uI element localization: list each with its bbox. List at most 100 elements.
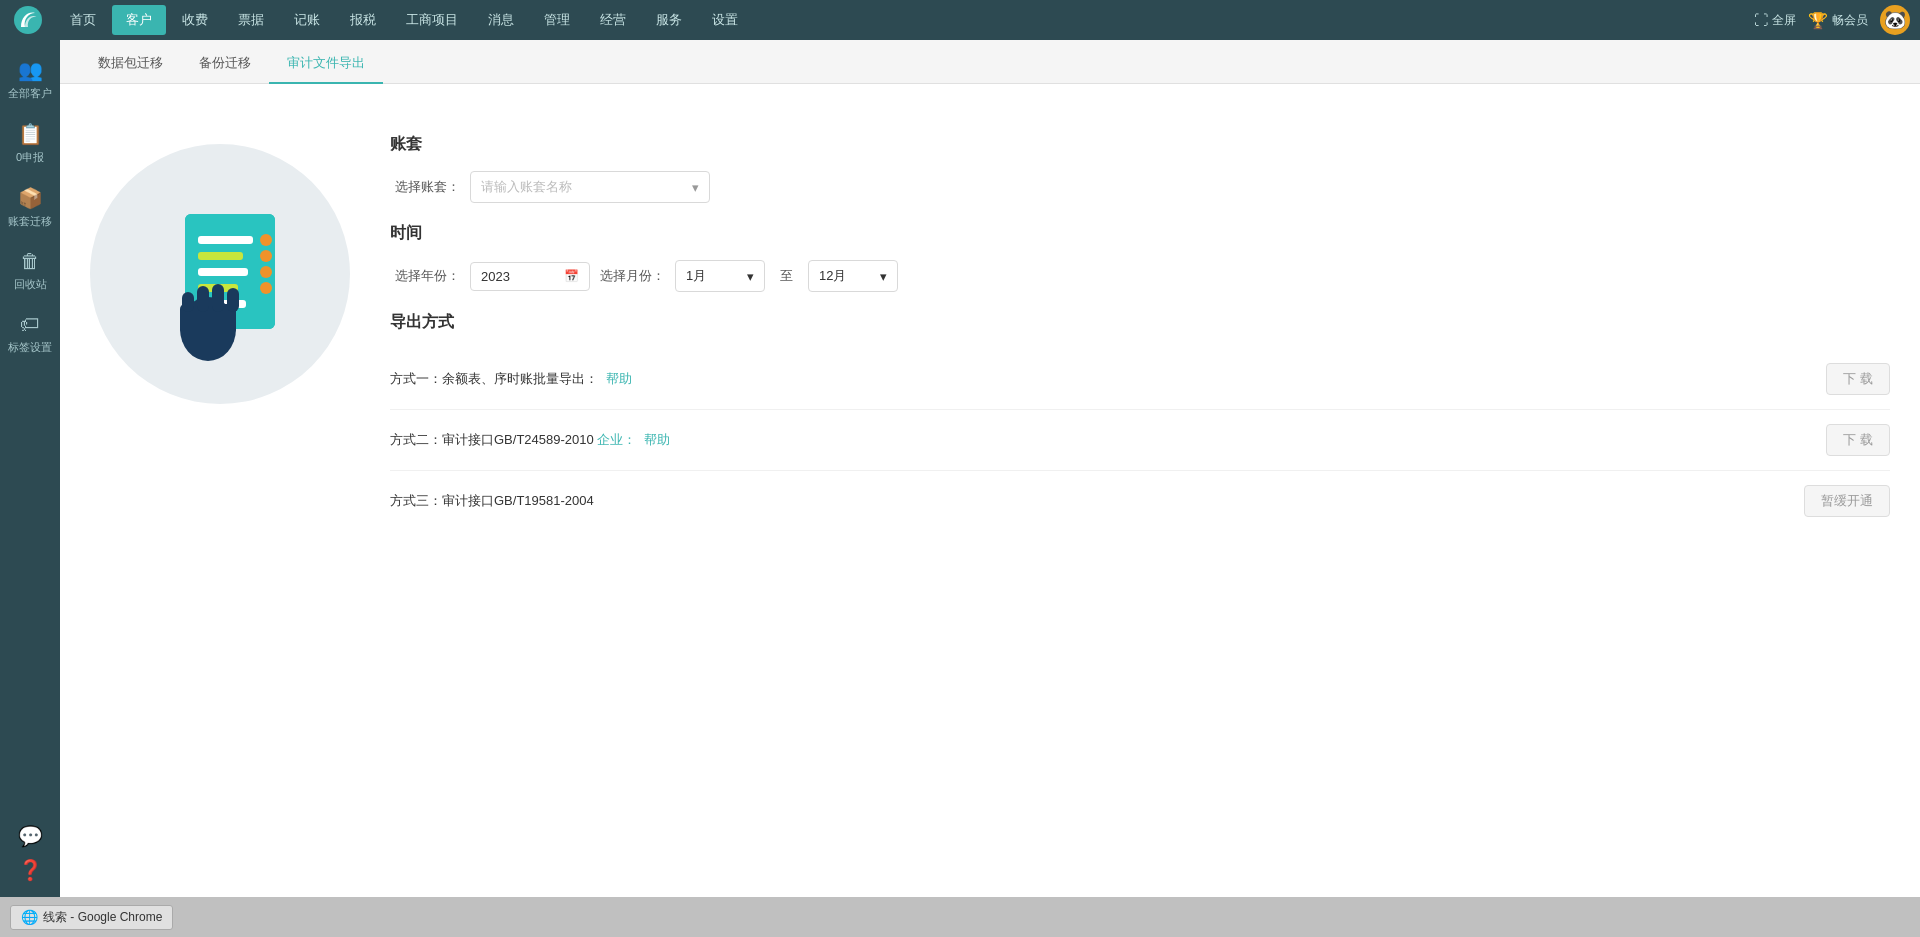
page-content: 账套 选择账套： 请输入账套名称 ▾ 时间 选择年份： 2023 📅	[60, 84, 1920, 897]
zero-declaration-icon: 📋	[18, 122, 43, 146]
sidebar-item-recycle[interactable]: 🗑 回收站	[3, 242, 57, 300]
svg-rect-17	[227, 288, 239, 312]
sidebar-item-label: 全部客户	[8, 86, 52, 101]
chevron-down-icon: ▾	[692, 180, 699, 195]
svg-rect-15	[197, 286, 209, 312]
svg-rect-4	[198, 252, 243, 260]
top-navigation: 首页 客户 收费 票据 记账 报税 工商项目 消息 管理 经营 服务 设置 ⛶ …	[0, 0, 1920, 40]
nav-invoice[interactable]: 票据	[224, 5, 278, 35]
illustration-svg	[120, 174, 320, 374]
nav-message[interactable]: 消息	[474, 5, 528, 35]
tab-data-migration[interactable]: 数据包迁移	[80, 44, 181, 84]
app-logo	[10, 2, 46, 38]
fullscreen-icon: ⛶	[1754, 12, 1768, 28]
account-label: 选择账套：	[390, 178, 460, 196]
export-method-2-text: 方式二：审计接口GB/T24589-2010	[390, 432, 594, 447]
chevron-down-icon: ▾	[747, 269, 754, 284]
month-label: 选择月份：	[600, 267, 665, 285]
svg-point-9	[260, 250, 272, 262]
svg-rect-5	[198, 268, 248, 276]
taskbar: 🌐 线索 - Google Chrome	[0, 897, 1920, 937]
content-area: 数据包迁移 备份迁移 审计文件导出	[60, 40, 1920, 897]
nav-service[interactable]: 服务	[642, 5, 696, 35]
tab-backup-migration[interactable]: 备份迁移	[181, 44, 269, 84]
export-method-1-help[interactable]: 帮助	[606, 371, 632, 386]
main-layout: 👥 全部客户 📋 0申报 📦 账套迁移 🗑 回收站 🏷 标签设置 💬 ❓ 数据包…	[0, 40, 1920, 897]
fullscreen-button[interactable]: ⛶ 全屏	[1754, 12, 1796, 29]
nav-tax[interactable]: 报税	[336, 5, 390, 35]
recycle-icon: 🗑	[20, 250, 40, 273]
export-method-3-row: 方式三：审计接口GB/T19581-2004 暂缓开通	[390, 471, 1890, 531]
avatar[interactable]: 🐼	[1880, 5, 1910, 35]
sidebar-item-account-migration[interactable]: 📦 账套迁移	[3, 178, 57, 237]
month-start-value: 1月	[686, 267, 706, 285]
month-end-select[interactable]: 12月 ▾	[808, 260, 898, 292]
sidebar-item-label: 账套迁移	[8, 214, 52, 229]
nav-menu: 首页 客户 收费 票据 记账 报税 工商项目 消息 管理 经营 服务 设置	[56, 5, 1754, 35]
vip-label: 畅会员	[1832, 12, 1868, 29]
form-side: 账套 选择账套： 请输入账套名称 ▾ 时间 选择年份： 2023 📅	[390, 114, 1890, 867]
export-section: 方式一：余额表、序时账批量导出： 帮助 下 载 方式二：审计接口GB/T2458…	[390, 349, 1890, 531]
export-method-3-text: 方式三：审计接口GB/T19581-2004	[390, 493, 594, 508]
vip-button[interactable]: 🏆 畅会员	[1808, 11, 1868, 30]
export-method-2-help[interactable]: 帮助	[644, 432, 670, 447]
left-sidebar: 👥 全部客户 📋 0申报 📦 账套迁移 🗑 回收站 🏷 标签设置 💬 ❓	[0, 40, 60, 897]
sidebar-item-label: 标签设置	[8, 340, 52, 355]
svg-point-8	[260, 234, 272, 246]
svg-point-11	[260, 282, 272, 294]
svg-point-10	[260, 266, 272, 278]
message-icon[interactable]: 💬	[18, 824, 43, 848]
year-input[interactable]: 2023 📅	[470, 262, 590, 291]
export-method-1-desc: 方式一：余额表、序时账批量导出： 帮助	[390, 370, 632, 388]
taskbar-item-label: 线索 - Google Chrome	[43, 909, 162, 926]
nav-accounting[interactable]: 记账	[280, 5, 334, 35]
nav-operation[interactable]: 经营	[586, 5, 640, 35]
taskbar-chrome-item[interactable]: 🌐 线索 - Google Chrome	[10, 905, 173, 930]
nav-business[interactable]: 工商项目	[392, 5, 472, 35]
sidebar-item-label: 回收站	[14, 277, 47, 292]
nav-settings[interactable]: 设置	[698, 5, 752, 35]
nav-customer[interactable]: 客户	[112, 5, 166, 35]
export-method-2-download-button[interactable]: 下 载	[1826, 424, 1890, 456]
year-label: 选择年份：	[390, 267, 460, 285]
nav-manage[interactable]: 管理	[530, 5, 584, 35]
export-method-2-desc: 方式二：审计接口GB/T24589-2010 企业： 帮助	[390, 431, 670, 449]
illustration-circle	[90, 144, 350, 404]
tag-icon: 🏷	[20, 313, 40, 336]
nav-home[interactable]: 首页	[56, 5, 110, 35]
fullscreen-label: 全屏	[1772, 12, 1796, 29]
sidebar-item-tags[interactable]: 🏷 标签设置	[3, 305, 57, 363]
month-end-value: 12月	[819, 267, 846, 285]
export-method-3-open-button[interactable]: 暂缓开通	[1804, 485, 1890, 517]
account-migration-icon: 📦	[18, 186, 43, 210]
svg-rect-14	[182, 292, 194, 312]
chrome-icon: 🌐	[21, 909, 38, 925]
export-method-2-company[interactable]: 企业：	[597, 432, 636, 447]
month-start-select[interactable]: 1月 ▾	[675, 260, 765, 292]
sidebar-bottom: 💬 ❓	[18, 824, 43, 897]
export-method-1-download-button[interactable]: 下 载	[1826, 363, 1890, 395]
account-form-row: 选择账套： 请输入账套名称 ▾	[390, 171, 1890, 203]
nav-fee[interactable]: 收费	[168, 5, 222, 35]
svg-rect-16	[212, 284, 224, 312]
to-label: 至	[775, 267, 798, 285]
tab-audit-export[interactable]: 审计文件导出	[269, 44, 383, 84]
export-method-2-row: 方式二：审计接口GB/T24589-2010 企业： 帮助 下 载	[390, 410, 1890, 471]
svg-rect-3	[198, 236, 253, 244]
account-section-title: 账套	[390, 134, 1890, 155]
account-select[interactable]: 请输入账套名称 ▾	[470, 171, 710, 203]
nav-right-area: ⛶ 全屏 🏆 畅会员 🐼	[1754, 5, 1910, 35]
sidebar-item-label: 0申报	[16, 150, 44, 165]
export-method-3-desc: 方式三：审计接口GB/T19581-2004	[390, 492, 594, 510]
sidebar-item-zero-declaration[interactable]: 📋 0申报	[3, 114, 57, 173]
all-customers-icon: 👥	[18, 58, 43, 82]
chevron-down-icon: ▾	[880, 269, 887, 284]
export-method-1-text: 方式一：余额表、序时账批量导出：	[390, 371, 598, 386]
sidebar-item-all-customers[interactable]: 👥 全部客户	[3, 50, 57, 109]
year-value: 2023	[481, 269, 510, 284]
calendar-icon: 📅	[564, 269, 579, 283]
tab-bar: 数据包迁移 备份迁移 审计文件导出	[60, 40, 1920, 84]
export-section-title: 导出方式	[390, 312, 1890, 333]
help-icon[interactable]: ❓	[18, 858, 43, 882]
account-placeholder: 请输入账套名称	[481, 178, 572, 196]
